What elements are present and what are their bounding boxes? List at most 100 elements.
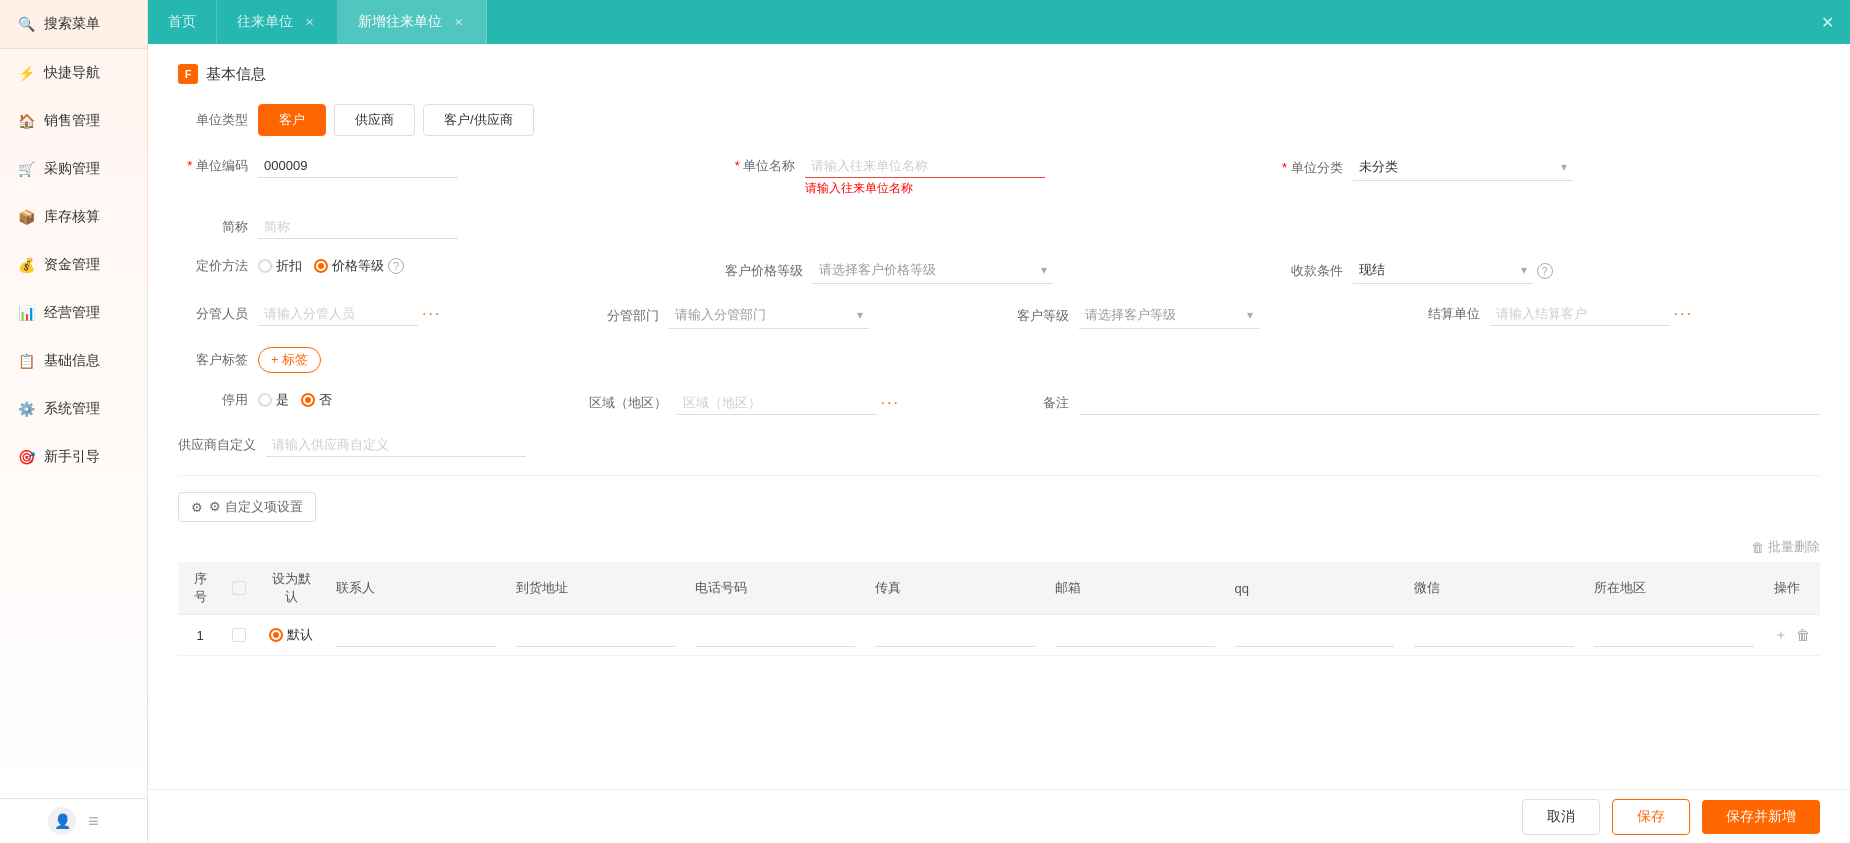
unit-name-input[interactable]	[805, 154, 1045, 178]
settlement-unit-more-btn[interactable]: ···	[1670, 305, 1697, 323]
pricing-discount-radio[interactable]: 折扣	[258, 257, 302, 275]
unit-type-row: 单位类型 客户 供应商 客户/供应商	[178, 104, 1820, 136]
sidebar-item-purchase[interactable]: 🛒 采购管理	[0, 145, 147, 193]
payment-terms-select[interactable]: 现结 ▾	[1353, 257, 1533, 284]
unit-type-supplier[interactable]: 供应商	[334, 104, 415, 136]
unit-category-select[interactable]: 未分类 ▾	[1353, 154, 1573, 181]
supplier-custom-row: 供应商自定义	[178, 433, 1820, 457]
unit-code-field: 单位编码	[178, 154, 725, 178]
sidebar-item-guide[interactable]: 🎯 新手引导	[0, 433, 147, 481]
unit-type-customer[interactable]: 客户	[258, 104, 326, 136]
row-default-radio[interactable]: 默认	[266, 626, 315, 644]
sidebar-item-operations[interactable]: 📊 经营管理	[0, 289, 147, 337]
department-select[interactable]: 请输入分管部门 ▾	[669, 302, 869, 329]
row-contact	[326, 615, 506, 656]
customer-price-level-select[interactable]: 请选择客户价格等级 ▾	[813, 257, 1053, 284]
row-email-input[interactable]	[1055, 623, 1215, 647]
unit-code-label: 单位编码	[178, 157, 258, 175]
disabled-region-row: 停用 是 否 区域（地区）	[178, 391, 1820, 415]
row-fax-input[interactable]	[875, 623, 1035, 647]
row-wechat	[1404, 615, 1584, 656]
bolt-icon: ⚡	[16, 63, 36, 83]
home-icon: 🏠	[16, 111, 36, 131]
sidebar-item-search[interactable]: 🔍 搜索菜单	[0, 0, 147, 49]
col-contact: 联系人	[326, 562, 506, 615]
save-button[interactable]: 保存	[1612, 799, 1690, 835]
unit-category-field: 单位分类 未分类 ▾	[1273, 154, 1820, 181]
disabled-yes-radio[interactable]: 是	[258, 391, 289, 409]
batch-delete-label: 批量删除	[1768, 538, 1820, 556]
sidebar-item-system[interactable]: ⚙️ 系统管理	[0, 385, 147, 433]
tab-new-trading-unit-close[interactable]: ✕	[450, 14, 466, 30]
close-all-button[interactable]: ✕	[1805, 13, 1850, 32]
short-name-field: 简称	[178, 215, 1820, 239]
row-delivery-input[interactable]	[516, 623, 676, 647]
tab-trading-units-close[interactable]: ✕	[301, 14, 317, 30]
sidebar-item-sales[interactable]: 🏠 销售管理	[0, 97, 147, 145]
chevron-down-icon5: ▾	[1247, 308, 1253, 322]
row-add-icon[interactable]: ＋	[1774, 626, 1788, 644]
tab-trading-units[interactable]: 往来单位 ✕	[217, 0, 338, 44]
save-new-button[interactable]: 保存并新增	[1702, 800, 1820, 834]
row-area	[1584, 615, 1764, 656]
disabled-label: 停用	[178, 391, 258, 409]
pricing-level-radio[interactable]: 价格等级	[314, 257, 384, 275]
supplier-custom-input[interactable]	[266, 433, 526, 457]
department-value: 请输入分管部门	[675, 306, 853, 324]
sidebar-item-finance[interactable]: 💰 资金管理	[0, 241, 147, 289]
pricing-level-circle	[314, 259, 328, 273]
custom-settings-label: ⚙ 自定义项设置	[209, 498, 303, 516]
settlement-unit-input[interactable]	[1490, 302, 1670, 326]
row-phone-input[interactable]	[695, 623, 855, 647]
row-default-circle	[269, 628, 283, 642]
supervisor-more-btn[interactable]: ···	[418, 305, 445, 323]
batch-delete-button[interactable]: 🗑 批量删除	[1751, 538, 1820, 556]
sidebar-item-quick-nav[interactable]: ⚡ 快捷导航	[0, 49, 147, 97]
sidebar-expand-icon[interactable]: ≡	[88, 811, 99, 832]
short-name-input[interactable]	[258, 215, 458, 239]
region-input[interactable]	[677, 391, 877, 415]
supervisor-input[interactable]	[258, 302, 418, 326]
sidebar-item-inventory[interactable]: 📦 库存核算	[0, 193, 147, 241]
row-contact-input[interactable]	[336, 623, 496, 647]
custom-settings-button[interactable]: ⚙ ⚙ 自定义项设置	[178, 492, 316, 522]
tab-home[interactable]: 首页	[148, 0, 217, 44]
customer-tags-row: 客户标签 + 标签	[178, 347, 1820, 373]
batch-delete-icon: 🗑	[1751, 540, 1764, 555]
sidebar-avatar[interactable]: 👤	[48, 807, 76, 835]
customer-level-select[interactable]: 请选择客户等级 ▾	[1079, 302, 1259, 329]
remarks-input[interactable]	[1079, 391, 1820, 415]
sidebar-item-label: 销售管理	[44, 112, 100, 130]
unit-type-both[interactable]: 客户/供应商	[423, 104, 534, 136]
row-fax	[865, 615, 1045, 656]
tab-new-trading-unit[interactable]: 新增往来单位 ✕	[338, 0, 487, 44]
cancel-button[interactable]: 取消	[1522, 799, 1600, 835]
disabled-no-radio[interactable]: 否	[301, 391, 332, 409]
row-wechat-input[interactable]	[1414, 623, 1574, 647]
row-email	[1045, 615, 1225, 656]
disabled-field: 停用 是 否	[178, 391, 589, 409]
region-more-btn[interactable]: ···	[877, 394, 904, 412]
pricing-help-icon[interactable]: ?	[388, 258, 404, 274]
settlement-unit-label: 结算单位	[1410, 305, 1490, 323]
payment-terms-help-icon[interactable]: ?	[1537, 263, 1553, 279]
row-qq-input[interactable]	[1235, 623, 1395, 647]
search-icon: 🔍	[16, 14, 36, 34]
sidebar-bottom: 👤 ≡	[0, 798, 147, 843]
row-delete-icon[interactable]: 🗑	[1796, 627, 1810, 643]
unit-code-input[interactable]	[258, 154, 458, 178]
row-checkbox-cell	[222, 615, 256, 656]
supervisor-row: 分管人员 ··· 分管部门 请输入分管部门 ▾ 客户等级 请选择客户等级	[178, 302, 1820, 329]
chevron-down-icon2: ▾	[1041, 263, 1047, 277]
sidebar-item-label: 系统管理	[44, 400, 100, 418]
sidebar: 🔍 搜索菜单 ⚡ 快捷导航 🏠 销售管理 🛒 采购管理 📦 库存核算 💰 资金管…	[0, 0, 148, 843]
row-checkbox[interactable]	[232, 628, 246, 642]
add-tag-button[interactable]: + 标签	[258, 347, 321, 373]
pricing-method-group: 折扣 价格等级	[258, 257, 384, 275]
sidebar-item-basic-info[interactable]: 📋 基础信息	[0, 337, 147, 385]
table-select-all[interactable]	[232, 581, 246, 595]
row-area-input[interactable]	[1594, 623, 1754, 647]
remarks-label: 备注	[999, 394, 1079, 412]
unit-type-label: 单位类型	[178, 111, 258, 129]
list-icon: 📋	[16, 351, 36, 371]
